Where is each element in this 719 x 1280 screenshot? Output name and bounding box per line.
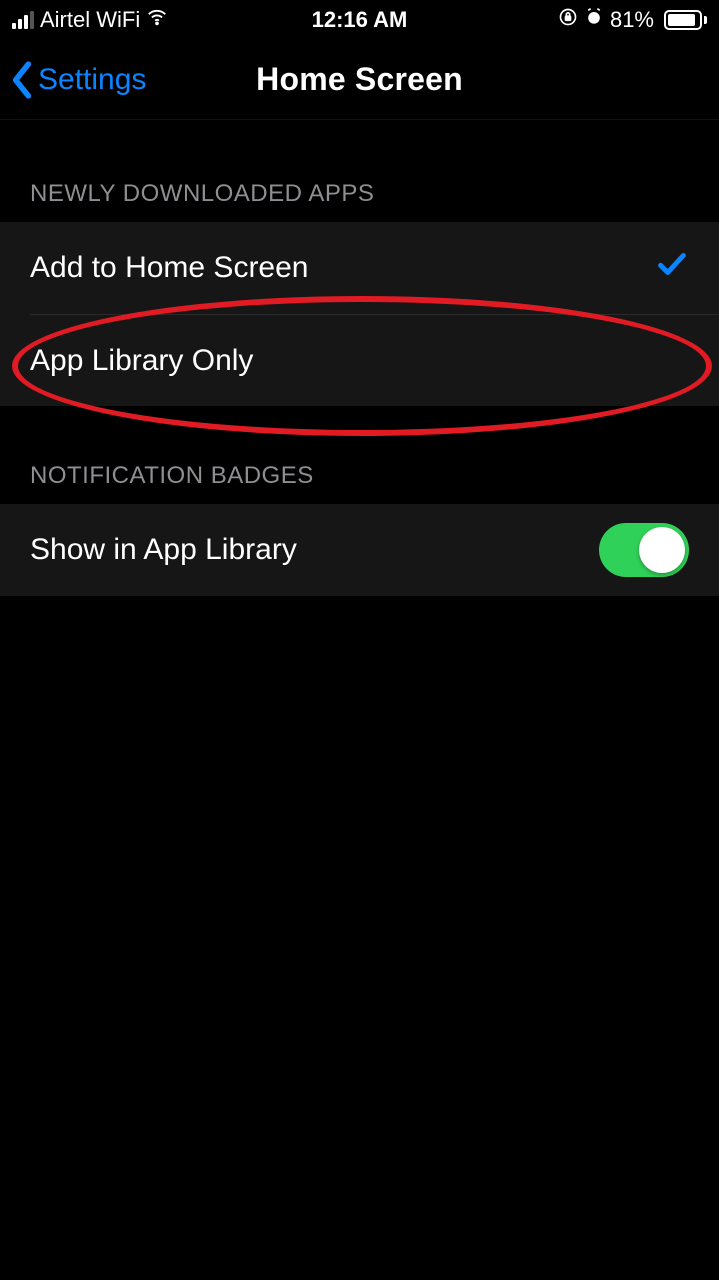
- newly-downloaded-group: Add to Home Screen App Library Only: [0, 222, 719, 406]
- status-time: 12:16 AM: [312, 7, 408, 33]
- toggle-label: Show in App Library: [30, 533, 297, 567]
- section-header-notification-badges: Notification Badges: [0, 406, 719, 504]
- toggle-show-in-app-library[interactable]: [599, 523, 689, 577]
- cellular-signal-icon: [12, 11, 34, 29]
- option-add-to-home-screen[interactable]: Add to Home Screen: [0, 222, 719, 314]
- back-button[interactable]: Settings: [0, 61, 146, 99]
- status-left: Airtel WiFi: [12, 6, 168, 34]
- status-bar: Airtel WiFi 12:16 AM 81%: [0, 0, 719, 40]
- page-title: Home Screen: [256, 61, 463, 98]
- rotation-lock-icon: [558, 7, 578, 33]
- wifi-icon: [146, 6, 168, 34]
- carrier-label: Airtel WiFi: [40, 7, 140, 33]
- battery-icon: [660, 10, 707, 30]
- alarm-icon: [584, 7, 604, 33]
- option-label: App Library Only: [30, 344, 253, 378]
- battery-percent-label: 81%: [610, 7, 654, 33]
- nav-header: Settings Home Screen: [0, 40, 719, 120]
- notification-badges-group: Show in App Library: [0, 504, 719, 596]
- status-right: 81%: [558, 7, 707, 33]
- toggle-show-in-app-library-row: Show in App Library: [0, 504, 719, 596]
- chevron-left-icon: [10, 61, 34, 99]
- toggle-knob: [639, 527, 685, 573]
- checkmark-icon: [655, 247, 689, 289]
- option-app-library-only[interactable]: App Library Only: [30, 314, 719, 406]
- option-label: Add to Home Screen: [30, 251, 308, 285]
- back-label: Settings: [38, 63, 146, 97]
- section-header-newly-downloaded: Newly Downloaded Apps: [0, 120, 719, 222]
